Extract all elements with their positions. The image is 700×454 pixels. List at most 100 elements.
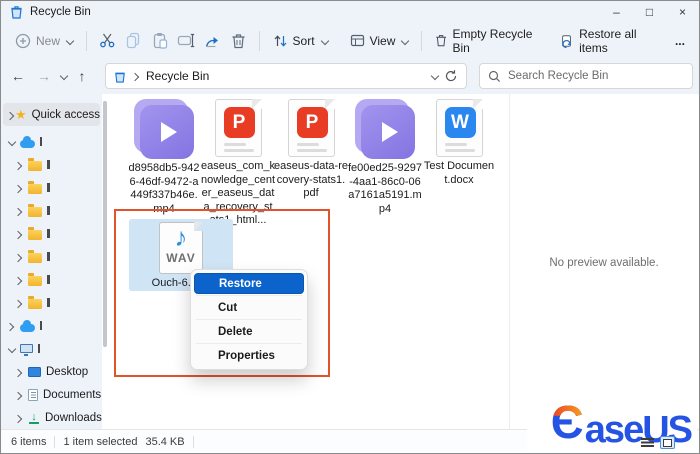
context-menu-item-cut[interactable]: Cut — [194, 297, 304, 318]
easeus-logo-text: aseUS — [585, 408, 691, 452]
toolbar-divider — [259, 31, 260, 51]
chevron-right-icon[interactable] — [15, 414, 23, 422]
chevron-right-icon[interactable] — [15, 299, 23, 307]
context-menu-item-delete[interactable]: Delete — [194, 321, 304, 342]
window-title: Recycle Bin — [30, 6, 91, 18]
cloud-icon — [20, 324, 35, 332]
truncated-label — [40, 321, 42, 330]
new-button[interactable]: New — [9, 29, 79, 53]
chevron-down-icon[interactable] — [7, 138, 15, 146]
folder-icon — [28, 230, 42, 240]
monitor-icon — [20, 344, 33, 353]
trash-icon — [231, 33, 246, 49]
chevron-right-icon[interactable] — [15, 276, 23, 284]
sidebar-item-folder[interactable] — [1, 222, 102, 245]
delete-button[interactable] — [225, 28, 251, 54]
file-item-pdf-1[interactable]: P easeus_com_knowledge_center_easeus_dat… — [201, 99, 275, 228]
sort-arrows-icon — [273, 34, 288, 48]
sidebar-item-desktop[interactable]: Desktop — [1, 360, 102, 383]
minimize-button[interactable]: – — [600, 1, 633, 23]
statusbar-view-toggles — [641, 436, 675, 449]
sidebar-item-label: Downloads — [45, 412, 102, 424]
empty-recycle-bin-button[interactable]: Empty Recycle Bin — [429, 23, 546, 59]
rename-button[interactable] — [173, 28, 199, 54]
sidebar-item-label: Quick access — [32, 109, 100, 121]
share-icon — [204, 33, 221, 49]
chevron-down-icon[interactable] — [7, 345, 15, 353]
chevron-right-icon[interactable] — [15, 391, 23, 399]
sidebar-item-folder[interactable] — [1, 199, 102, 222]
file-item-docx[interactable]: W Test Document.docx — [422, 99, 496, 187]
refresh-icon[interactable] — [444, 69, 458, 83]
chevron-right-icon[interactable] — [15, 253, 23, 261]
close-button[interactable]: × — [666, 1, 699, 23]
breadcrumb-separator-icon — [132, 72, 140, 80]
copy-button[interactable] — [120, 28, 146, 54]
details-view-icon[interactable] — [641, 437, 654, 448]
search-box[interactable] — [479, 63, 693, 89]
chevron-right-icon[interactable] — [15, 230, 23, 238]
sidebar-item-folder[interactable] — [1, 268, 102, 291]
more-options-button[interactable]: ... — [669, 30, 691, 52]
sidebar-item-label: Desktop — [46, 366, 88, 378]
sidebar-item-documents[interactable]: Documents — [1, 383, 102, 406]
sidebar-item-folder[interactable] — [1, 291, 102, 314]
chevron-right-icon[interactable] — [15, 184, 23, 192]
maximize-button[interactable]: □ — [633, 1, 666, 23]
recent-locations-chevron-icon[interactable] — [59, 72, 67, 80]
titlebar: Recycle Bin – □ × — [1, 1, 699, 23]
truncated-label — [47, 206, 50, 215]
file-list-pane: No preview available. d8958db5-9426-46df… — [109, 94, 699, 429]
address-bar[interactable]: Recycle Bin — [105, 63, 467, 89]
forward-button[interactable]: → — [31, 68, 57, 84]
sort-button[interactable]: Sort — [267, 30, 334, 52]
sidebar-item-folder[interactable] — [1, 176, 102, 199]
recycle-bin-icon — [10, 5, 23, 19]
context-menu-item-restore[interactable]: Restore — [194, 273, 304, 294]
selection-size: 35.4 KB — [145, 436, 184, 448]
file-item-mp4-1[interactable]: d8958db5-9426-46df-9472-a449f337b46e.mp4 — [127, 99, 201, 216]
sidebar-item-onedrive-2[interactable] — [1, 314, 102, 337]
file-item-pdf-2[interactable]: P easeus-data-recovery-stats1.pdf — [274, 99, 348, 201]
chevron-right-icon[interactable] — [15, 161, 23, 169]
truncated-label — [47, 252, 50, 261]
selection-count: 1 item selected — [63, 436, 137, 448]
view-icon — [350, 34, 365, 47]
desktop-icon — [28, 367, 41, 377]
chevron-right-icon[interactable] — [15, 207, 23, 215]
breadcrumb[interactable]: Recycle Bin — [146, 69, 209, 83]
sidebar-item-onedrive[interactable] — [1, 130, 102, 153]
sidebar-item-quick-access[interactable]: ★ Quick access — [3, 103, 100, 126]
up-button[interactable]: ↑ — [69, 68, 95, 84]
restore-all-items-button[interactable]: Restore all items — [554, 23, 663, 59]
item-count: 6 items — [11, 436, 46, 448]
context-menu: Restore Cut Delete Properties — [190, 269, 308, 370]
cut-button[interactable] — [94, 28, 120, 54]
context-menu-item-properties[interactable]: Properties — [194, 345, 304, 366]
back-button[interactable]: ← — [5, 68, 31, 84]
search-input[interactable] — [508, 70, 668, 82]
toolbar-divider — [86, 31, 87, 51]
sidebar-item-folder[interactable] — [1, 153, 102, 176]
sidebar-item-downloads[interactable]: ↓ Downloads — [1, 406, 102, 429]
new-button-label: New — [36, 34, 60, 48]
status-divider — [193, 436, 194, 448]
chevron-down-icon — [65, 37, 73, 45]
sidebar-item-folder[interactable] — [1, 245, 102, 268]
chevron-right-icon[interactable] — [7, 111, 10, 119]
sidebar-item-this-pc[interactable] — [1, 337, 102, 360]
large-thumbnails-view-icon[interactable] — [660, 436, 675, 449]
sidebar-scrollbar[interactable] — [103, 101, 107, 347]
sidebar-item-label: Documents — [43, 389, 101, 401]
paste-button[interactable] — [146, 28, 172, 54]
sort-button-label: Sort — [293, 34, 315, 48]
chevron-right-icon[interactable] — [7, 322, 15, 330]
truncated-label — [47, 183, 50, 192]
view-button[interactable]: View — [344, 30, 415, 52]
address-dropdown-chevron-icon[interactable] — [430, 72, 438, 80]
chevron-right-icon[interactable] — [15, 368, 23, 376]
star-icon: ★ — [15, 108, 27, 121]
file-item-mp4-2[interactable]: fe00ed25-9297-4aa1-86c0-06a7161a5191.mp4 — [348, 99, 422, 216]
share-button[interactable] — [199, 28, 225, 54]
document-icon — [28, 389, 38, 401]
